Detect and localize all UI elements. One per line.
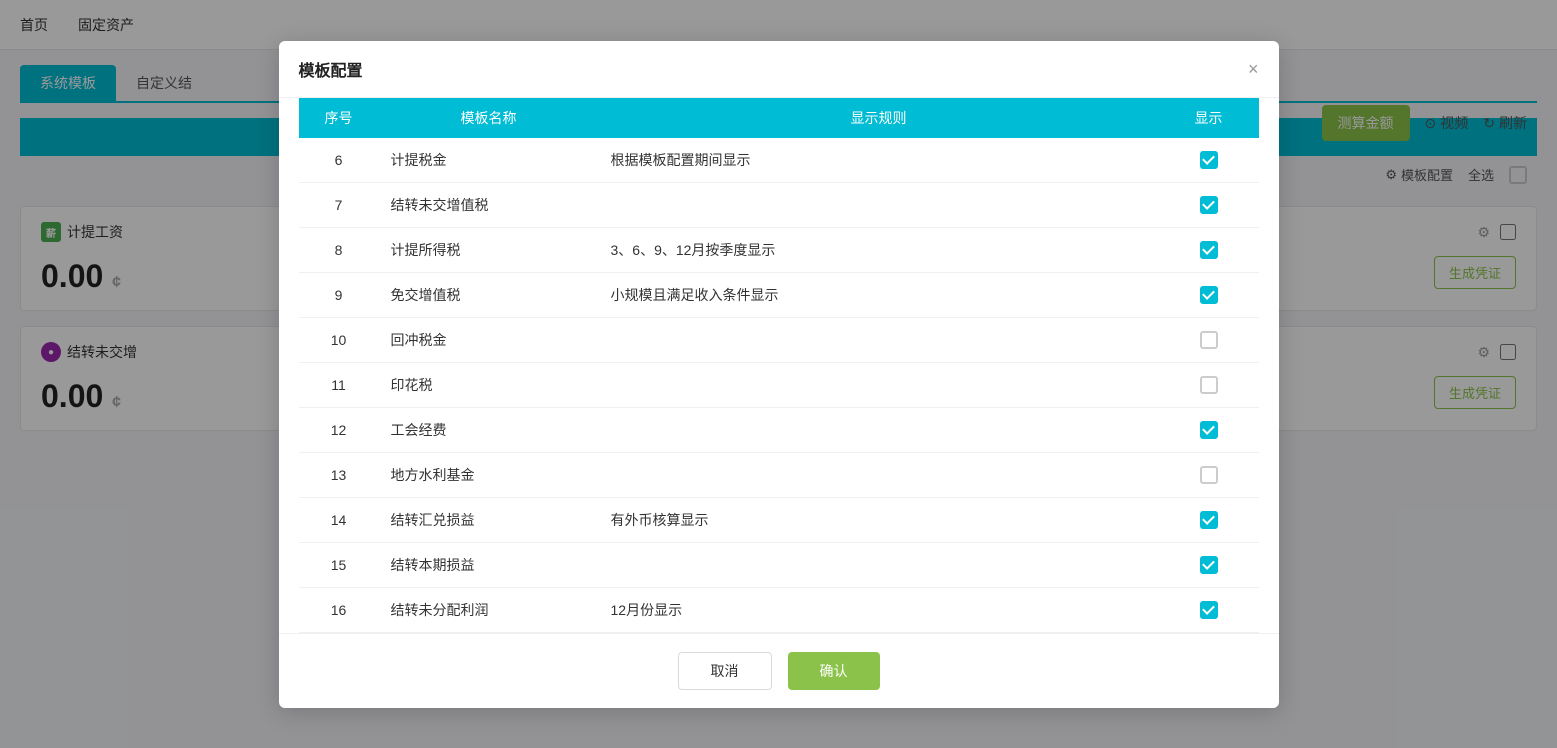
row-display-cell: [1159, 138, 1259, 183]
modal-close-button[interactable]: ×: [1248, 60, 1259, 78]
row-name: 结转本期损益: [379, 542, 599, 587]
row-rule: [599, 362, 1159, 407]
row-rule: 12月份显示: [599, 587, 1159, 632]
row-rule: 小规模且满足收入条件显示: [599, 272, 1159, 317]
row-index: 9: [299, 272, 379, 317]
config-table-body: 6计提税金根据模板配置期间显示7结转未交增值税8计提所得税3、6、9、12月按季…: [299, 138, 1259, 633]
config-table: 序号 模板名称 显示规则 显示 6计提税金根据模板配置期间显示7结转未交增值税8…: [299, 98, 1259, 633]
row-display-cell: [1159, 182, 1259, 227]
row-display-checkbox[interactable]: [1200, 151, 1218, 169]
row-rule: [599, 542, 1159, 587]
row-index: 14: [299, 497, 379, 542]
config-table-header: 序号 模板名称 显示规则 显示: [299, 98, 1259, 138]
row-display-cell: [1159, 452, 1259, 497]
cancel-button[interactable]: 取消: [678, 652, 772, 690]
row-display-cell: [1159, 542, 1259, 587]
row-display-checkbox[interactable]: [1200, 601, 1218, 619]
row-index: 15: [299, 542, 379, 587]
row-display-cell: [1159, 317, 1259, 362]
row-display-checkbox[interactable]: [1200, 511, 1218, 529]
modal-footer: 取消 确认: [279, 633, 1279, 708]
row-rule: 根据模板配置期间显示: [599, 138, 1159, 183]
row-name: 结转未分配利润: [379, 587, 599, 632]
row-display-cell: [1159, 587, 1259, 632]
row-name: 结转未交增值税: [379, 182, 599, 227]
row-display-checkbox[interactable]: [1200, 331, 1218, 349]
row-name: 回冲税金: [379, 317, 599, 362]
row-name: 计提所得税: [379, 227, 599, 272]
row-rule: [599, 452, 1159, 497]
row-rule: 有外币核算显示: [599, 497, 1159, 542]
row-index: 6: [299, 138, 379, 183]
row-name: 免交增值税: [379, 272, 599, 317]
row-index: 10: [299, 317, 379, 362]
row-display-checkbox[interactable]: [1200, 286, 1218, 304]
confirm-button[interactable]: 确认: [788, 652, 880, 690]
table-row: 9免交增值税小规模且满足收入条件显示: [299, 272, 1259, 317]
row-display-checkbox[interactable]: [1200, 241, 1218, 259]
row-display-cell: [1159, 407, 1259, 452]
row-display-cell: [1159, 227, 1259, 272]
table-row: 6计提税金根据模板配置期间显示: [299, 138, 1259, 183]
table-row: 8计提所得税3、6、9、12月按季度显示: [299, 227, 1259, 272]
row-display-checkbox[interactable]: [1200, 556, 1218, 574]
col-header-rule: 显示规则: [599, 98, 1159, 138]
table-row: 14结转汇兑损益有外币核算显示: [299, 497, 1259, 542]
row-rule: [599, 407, 1159, 452]
table-row: 16结转未分配利润12月份显示: [299, 587, 1259, 632]
table-row: 7结转未交增值税: [299, 182, 1259, 227]
row-rule: [599, 182, 1159, 227]
col-header-name: 模板名称: [379, 98, 599, 138]
row-rule: [599, 317, 1159, 362]
row-name: 工会经费: [379, 407, 599, 452]
row-display-cell: [1159, 362, 1259, 407]
table-row: 11印花税: [299, 362, 1259, 407]
row-index: 7: [299, 182, 379, 227]
modal-header: 模板配置 ×: [279, 41, 1279, 98]
row-index: 16: [299, 587, 379, 632]
modal-overlay: 模板配置 × 序号 模板名称 显示规则 显示 6计提税金根据模板配置期间显示7结…: [0, 0, 1557, 748]
row-display-checkbox[interactable]: [1200, 421, 1218, 439]
row-index: 11: [299, 362, 379, 407]
row-index: 8: [299, 227, 379, 272]
row-display-checkbox[interactable]: [1200, 196, 1218, 214]
row-display-checkbox[interactable]: [1200, 466, 1218, 484]
table-row: 10回冲税金: [299, 317, 1259, 362]
row-name: 印花税: [379, 362, 599, 407]
row-display-cell: [1159, 272, 1259, 317]
row-display-cell: [1159, 497, 1259, 542]
table-row: 13地方水利基金: [299, 452, 1259, 497]
row-index: 12: [299, 407, 379, 452]
modal-body: 序号 模板名称 显示规则 显示 6计提税金根据模板配置期间显示7结转未交增值税8…: [279, 98, 1279, 633]
table-row: 15结转本期损益: [299, 542, 1259, 587]
row-name: 结转汇兑损益: [379, 497, 599, 542]
row-index: 13: [299, 452, 379, 497]
row-name: 计提税金: [379, 138, 599, 183]
row-name: 地方水利基金: [379, 452, 599, 497]
col-header-index: 序号: [299, 98, 379, 138]
row-display-checkbox[interactable]: [1200, 376, 1218, 394]
col-header-display: 显示: [1159, 98, 1259, 138]
modal-title: 模板配置: [299, 57, 363, 81]
table-row: 12工会经费: [299, 407, 1259, 452]
template-config-modal: 模板配置 × 序号 模板名称 显示规则 显示 6计提税金根据模板配置期间显示7结…: [279, 41, 1279, 708]
row-rule: 3、6、9、12月按季度显示: [599, 227, 1159, 272]
